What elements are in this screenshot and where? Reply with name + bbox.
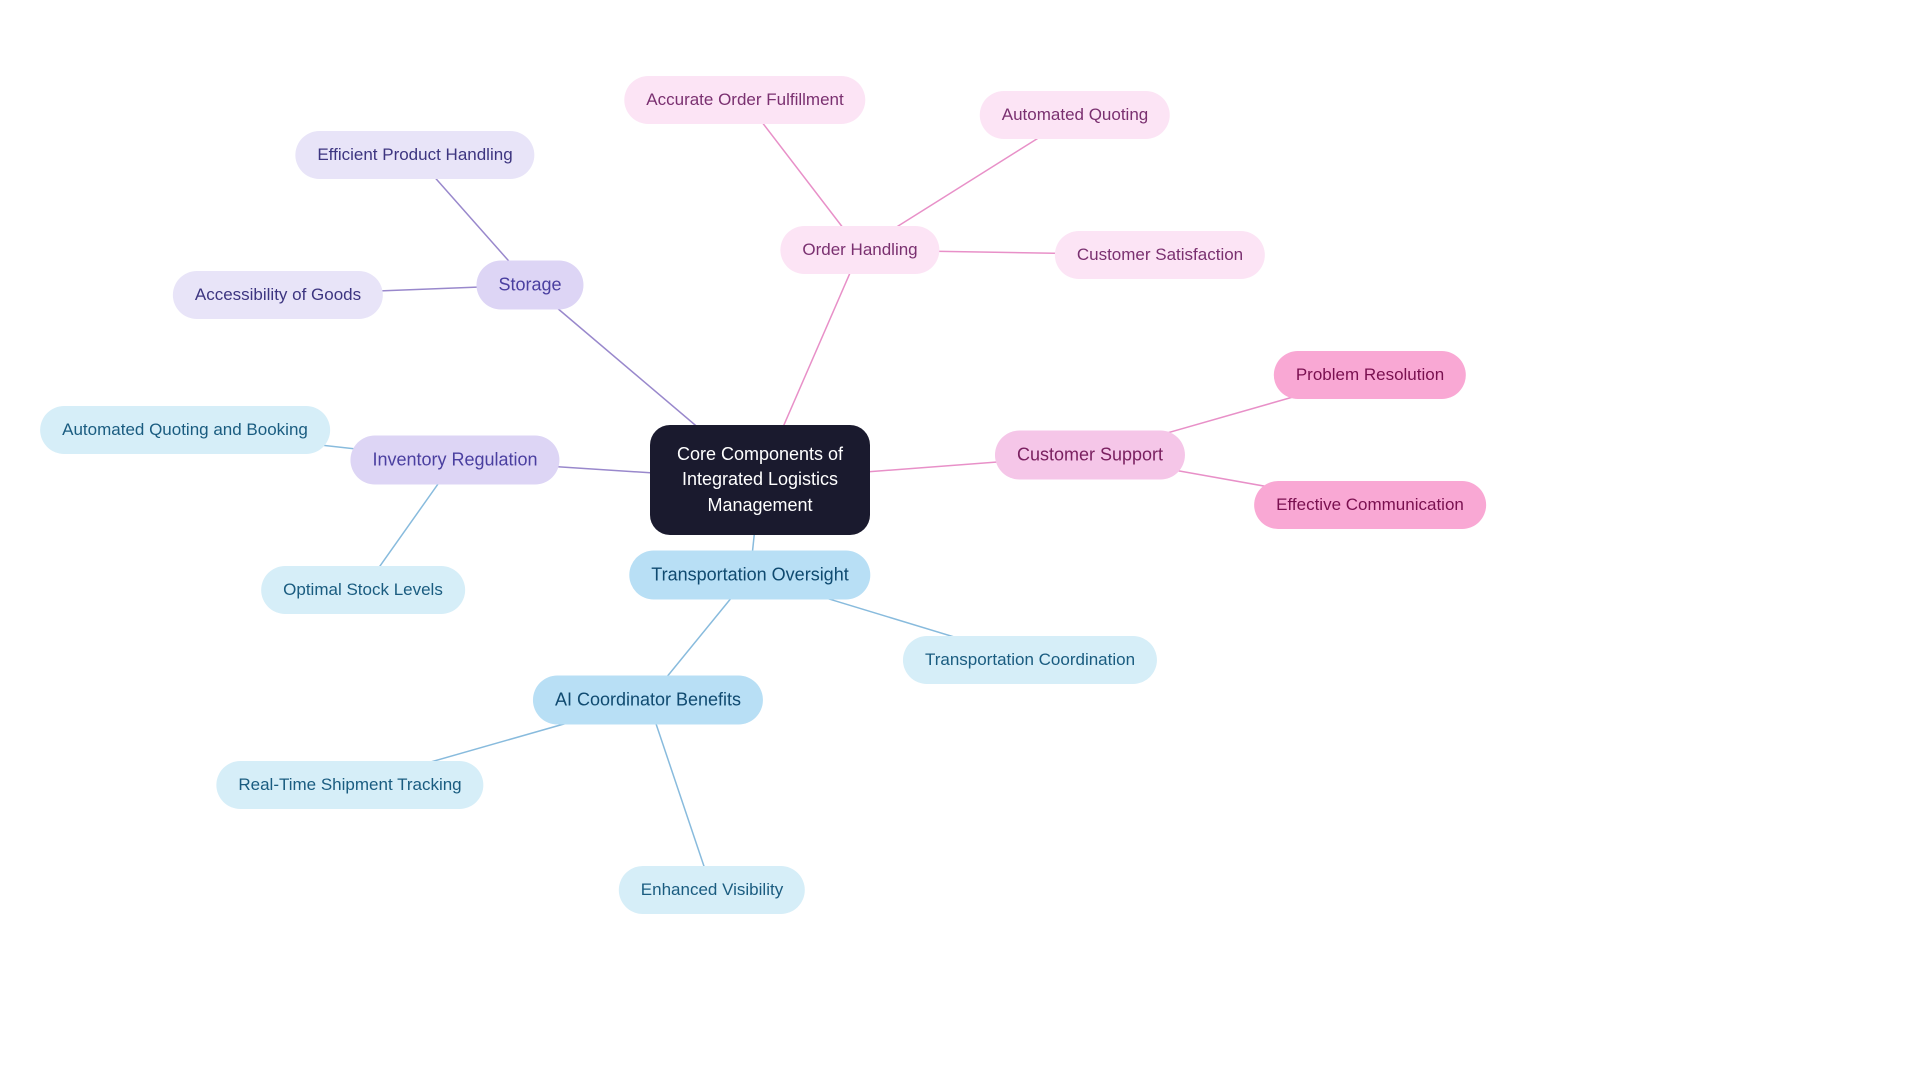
order-handling-node: Order Handling [780,226,939,274]
ai-coordinator-node: AI Coordinator Benefits [533,676,763,725]
problem-resolution-node: Problem Resolution [1274,351,1466,399]
enhanced-visibility-node: Enhanced Visibility [619,866,805,914]
storage-node: Storage [476,261,583,310]
inventory-regulation-node: Inventory Regulation [350,436,559,485]
optimal-stock-node: Optimal Stock Levels [261,566,465,614]
center-node: Core Components of Integrated Logistics … [650,425,870,535]
accurate-order-node: Accurate Order Fulfillment [624,76,865,124]
transportation-coordination-node: Transportation Coordination [903,636,1157,684]
mindmap-container: Core Components of Integrated Logistics … [0,0,1920,1083]
connections-svg [0,0,1920,1083]
accessibility-node: Accessibility of Goods [173,271,383,319]
effective-communication-node: Effective Communication [1254,481,1486,529]
automated-booking-node: Automated Quoting and Booking [40,406,330,454]
real-time-tracking-node: Real-Time Shipment Tracking [216,761,483,809]
automated-quoting-node: Automated Quoting [980,91,1170,139]
customer-satisfaction-node: Customer Satisfaction [1055,231,1265,279]
efficient-product-node: Efficient Product Handling [295,131,534,179]
customer-support-node: Customer Support [995,431,1185,480]
transportation-oversight-node: Transportation Oversight [629,551,870,600]
